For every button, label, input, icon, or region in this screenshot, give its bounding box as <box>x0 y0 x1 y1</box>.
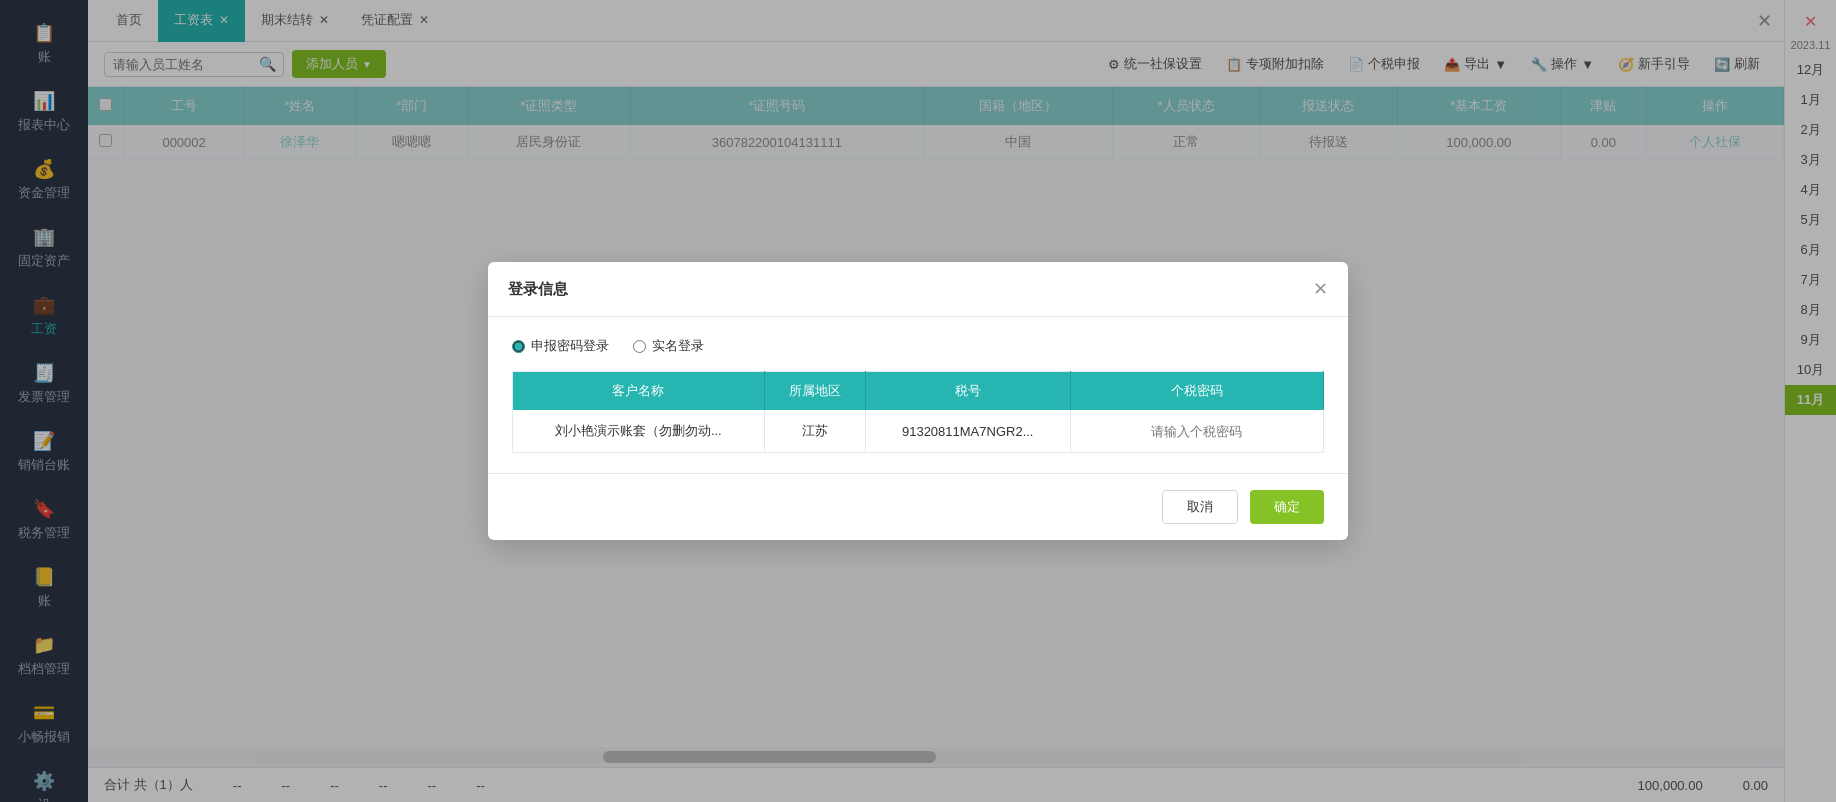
login-info-modal: 登录信息 ✕ 申报密码登录 实名登录 客户名称 所属地区 <box>488 262 1348 540</box>
radio-password-login[interactable]: 申报密码登录 <box>512 337 609 355</box>
modal-col-region: 所属地区 <box>764 372 865 411</box>
modal-close-button[interactable]: ✕ <box>1313 278 1328 300</box>
modal-cell-name: 刘小艳演示账套（勿删勿动... <box>513 410 765 453</box>
cancel-button[interactable]: 取消 <box>1162 490 1238 524</box>
modal-header: 登录信息 ✕ <box>488 262 1348 317</box>
modal-cell-region: 江苏 <box>764 410 865 453</box>
modal-table-header-row: 客户名称 所属地区 税号 个税密码 <box>513 372 1324 411</box>
confirm-button[interactable]: 确定 <box>1250 490 1324 524</box>
modal-table-row: 刘小艳演示账套（勿删勿动... 江苏 91320811MA7NGR2... <box>513 410 1324 453</box>
client-info-table: 客户名称 所属地区 税号 个税密码 刘小艳演示账套（勿删勿动... 江苏 913… <box>512 371 1324 453</box>
radio-realname-login[interactable]: 实名登录 <box>633 337 704 355</box>
modal-overlay: 登录信息 ✕ 申报密码登录 实名登录 客户名称 所属地区 <box>0 0 1836 802</box>
modal-cell-password[interactable] <box>1070 410 1323 453</box>
modal-title: 登录信息 <box>508 280 568 299</box>
radio-password-input[interactable] <box>512 340 525 353</box>
modal-col-password: 个税密码 <box>1070 372 1323 411</box>
modal-cell-taxno: 91320811MA7NGR2... <box>865 410 1070 453</box>
password-input[interactable] <box>1083 424 1311 439</box>
modal-col-taxno: 税号 <box>865 372 1070 411</box>
login-type-radio-group: 申报密码登录 实名登录 <box>512 337 1324 355</box>
radio-realname-input[interactable] <box>633 340 646 353</box>
modal-footer: 取消 确定 <box>488 473 1348 540</box>
modal-body: 申报密码登录 实名登录 客户名称 所属地区 税号 个税密码 <box>488 317 1348 473</box>
modal-col-name: 客户名称 <box>513 372 765 411</box>
